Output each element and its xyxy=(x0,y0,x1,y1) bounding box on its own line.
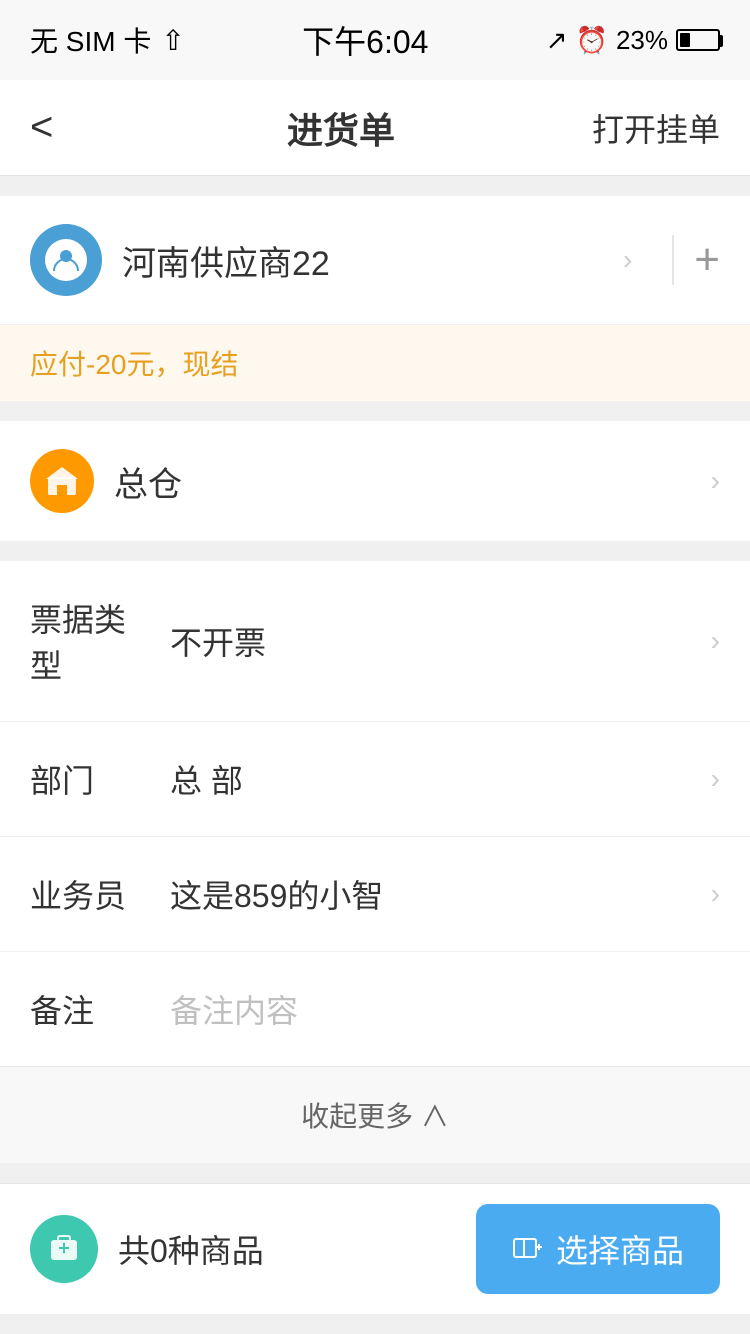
status-right: ↗ ⏰ 23% xyxy=(546,25,720,56)
remark-row[interactable]: 备注 备注内容 xyxy=(0,951,750,1066)
section-gap-3 xyxy=(0,541,750,561)
battery-icon xyxy=(676,29,720,51)
salesperson-row[interactable]: 业务员 这是859的小智 › xyxy=(0,836,750,951)
warehouse-name: 总仓 xyxy=(114,457,711,506)
status-bar: 无 SIM 卡 ⇧ 下午6:04 ↗ ⏰ 23% xyxy=(0,0,750,80)
product-icon xyxy=(30,1215,98,1283)
department-chevron-icon: › xyxy=(711,763,720,795)
supplier-name: 河南供应商22 xyxy=(122,236,623,285)
warehouse-row[interactable]: 总仓 › xyxy=(0,421,750,541)
location-icon: ↗ xyxy=(546,25,568,56)
collapse-label: 收起更多 ∧ xyxy=(301,1095,449,1135)
warehouse-icon xyxy=(30,449,94,513)
remark-input[interactable]: 备注内容 xyxy=(170,986,720,1032)
supplier-avatar xyxy=(30,224,102,296)
section-gap-4 xyxy=(0,1163,750,1183)
carrier-text: 无 SIM 卡 xyxy=(30,20,151,60)
department-label: 部门 xyxy=(30,756,150,802)
invoice-label: 票据类型 xyxy=(30,595,150,687)
warehouse-card: 总仓 › xyxy=(0,421,750,541)
product-count: 共0种商品 xyxy=(118,1226,476,1272)
invoice-value: 不开票 xyxy=(170,618,711,664)
open-pending-button[interactable]: 打开挂单 xyxy=(592,105,720,151)
form-card: 票据类型 不开票 › 部门 总 部 › 业务员 这是859的小智 › 备注 备注… xyxy=(0,561,750,1163)
battery-text: 23% xyxy=(616,25,668,56)
supplier-row[interactable]: 河南供应商22 › + xyxy=(0,196,750,325)
section-gap-2 xyxy=(0,401,750,421)
wifi-icon: ⇧ xyxy=(161,24,184,57)
supplier-divider xyxy=(672,235,674,285)
supplier-card: 河南供应商22 › + 应付-20元，现结 xyxy=(0,196,750,401)
nav-bar: < 进货单 打开挂单 xyxy=(0,80,750,176)
select-product-label: 选择商品 xyxy=(556,1226,684,1272)
alarm-icon: ⏰ xyxy=(576,25,608,56)
select-product-button[interactable]: 选择商品 xyxy=(476,1204,720,1294)
invoice-row[interactable]: 票据类型 不开票 › xyxy=(0,561,750,721)
salesperson-chevron-icon: › xyxy=(711,878,720,910)
add-supplier-button[interactable]: + xyxy=(694,238,720,282)
collapse-button[interactable]: 收起更多 ∧ xyxy=(0,1066,750,1163)
department-row[interactable]: 部门 总 部 › xyxy=(0,721,750,836)
warehouse-chevron-icon: › xyxy=(711,465,720,497)
section-gap-1 xyxy=(0,176,750,196)
balance-notice: 应付-20元，现结 xyxy=(0,325,750,401)
avatar-icon xyxy=(45,239,87,281)
salesperson-label: 业务员 xyxy=(30,871,150,917)
salesperson-value: 这是859的小智 xyxy=(170,871,711,917)
invoice-chevron-icon: › xyxy=(711,625,720,657)
status-left: 无 SIM 卡 ⇧ xyxy=(30,20,185,60)
back-button[interactable]: < xyxy=(30,105,90,150)
page-title: 进货单 xyxy=(287,102,395,154)
bottom-bar: 共0种商品 选择商品 xyxy=(0,1183,750,1314)
supplier-chevron-icon: › xyxy=(623,244,632,276)
time-display: 下午6:04 xyxy=(302,17,428,63)
department-value: 总 部 xyxy=(170,756,711,802)
remark-label: 备注 xyxy=(30,986,150,1032)
